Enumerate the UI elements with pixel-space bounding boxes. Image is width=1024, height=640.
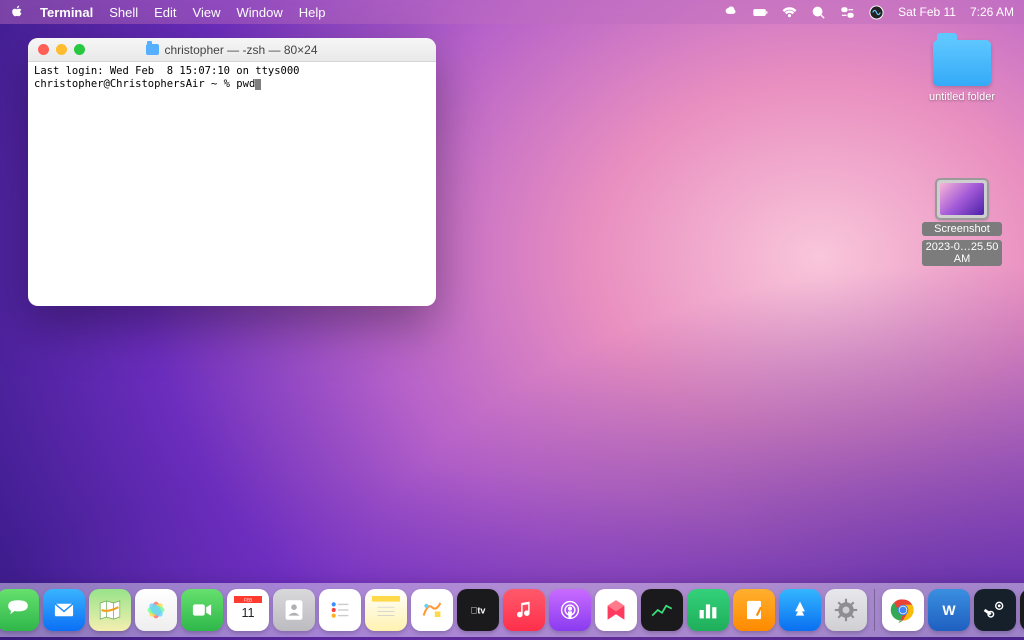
weather-menu-icon[interactable] [724,5,739,20]
desktop-folder[interactable]: untitled folder [922,40,1002,104]
svg-text:FEB: FEB [244,598,252,603]
zoom-button[interactable] [74,44,85,55]
dock: FEB 11 tv W >_ [0,583,1024,637]
desktop-folder-label: untitled folder [922,90,1002,104]
dock-numbers[interactable] [687,589,729,631]
menu-view[interactable]: View [193,5,221,20]
menu-app-name[interactable]: Terminal [40,5,93,20]
menu-time[interactable]: 7:26 AM [970,5,1014,19]
dock-podcasts[interactable] [549,589,591,631]
dock-stocks[interactable] [641,589,683,631]
battery-icon[interactable] [753,5,768,20]
menu-window[interactable]: Window [237,5,283,20]
apple-logo-icon[interactable] [10,5,24,19]
wifi-icon[interactable] [782,5,797,20]
menu-shell[interactable]: Shell [109,5,138,20]
spotlight-icon[interactable] [811,5,826,20]
dock-appstore[interactable] [779,589,821,631]
folder-icon [933,40,991,86]
dock-mail[interactable] [43,589,85,631]
dock-chrome[interactable] [882,589,924,631]
svg-text:tv: tv [471,606,487,616]
desktop-screenshot-label-2: 2023-0…25.50 AM [922,240,1002,266]
dock-pages[interactable] [733,589,775,631]
desktop[interactable]: Terminal Shell Edit View Window Help Sat… [0,0,1024,640]
dock-settings[interactable] [825,589,867,631]
folder-icon [146,44,159,55]
menu-edit[interactable]: Edit [154,5,176,20]
desktop-screenshot-label-1: Screenshot [922,222,1002,236]
dock-facetime[interactable] [181,589,223,631]
dock-steam[interactable] [974,589,1016,631]
menu-bar: Terminal Shell Edit View Window Help Sat… [0,0,1024,24]
dock-contacts[interactable] [273,589,315,631]
minimize-button[interactable] [56,44,67,55]
svg-text:11: 11 [241,606,254,620]
siri-icon[interactable] [869,5,884,20]
dock-reminders[interactable] [319,589,361,631]
terminal-titlebar[interactable]: christopher — -zsh — 80×24 [28,38,436,62]
dock-messages[interactable] [0,589,39,631]
dock-calendar[interactable]: FEB 11 [227,589,269,631]
desktop-screenshot[interactable]: Screenshot 2023-0…25.50 AM [922,180,1002,266]
terminal-body[interactable]: Last login: Wed Feb 8 15:07:10 on ttys00… [28,62,436,306]
terminal-window[interactable]: christopher — -zsh — 80×24 Last login: W… [28,38,436,306]
menu-help[interactable]: Help [299,5,326,20]
menu-date[interactable]: Sat Feb 11 [898,5,956,19]
terminal-prompt: christopher@ChristophersAir ~ % [34,78,236,90]
dock-music[interactable] [503,589,545,631]
control-center-icon[interactable] [840,5,855,20]
dock-maps[interactable] [89,589,131,631]
dock-freeform[interactable] [411,589,453,631]
dock-word[interactable]: W [928,589,970,631]
screenshot-thumb [937,180,987,218]
close-button[interactable] [38,44,49,55]
dock-separator [874,589,875,631]
dock-terminal-app[interactable]: >_ [1020,589,1024,631]
terminal-cursor [255,79,261,90]
window-title: christopher — -zsh — 80×24 [164,43,317,57]
dock-tv[interactable]: tv [457,589,499,631]
terminal-last-login: Last login: Wed Feb 8 15:07:10 on ttys00… [34,65,300,77]
dock-news[interactable] [595,589,637,631]
dock-photos[interactable] [135,589,177,631]
dock-notes[interactable] [365,589,407,631]
svg-text:W: W [942,602,956,618]
terminal-command: pwd [236,78,255,90]
